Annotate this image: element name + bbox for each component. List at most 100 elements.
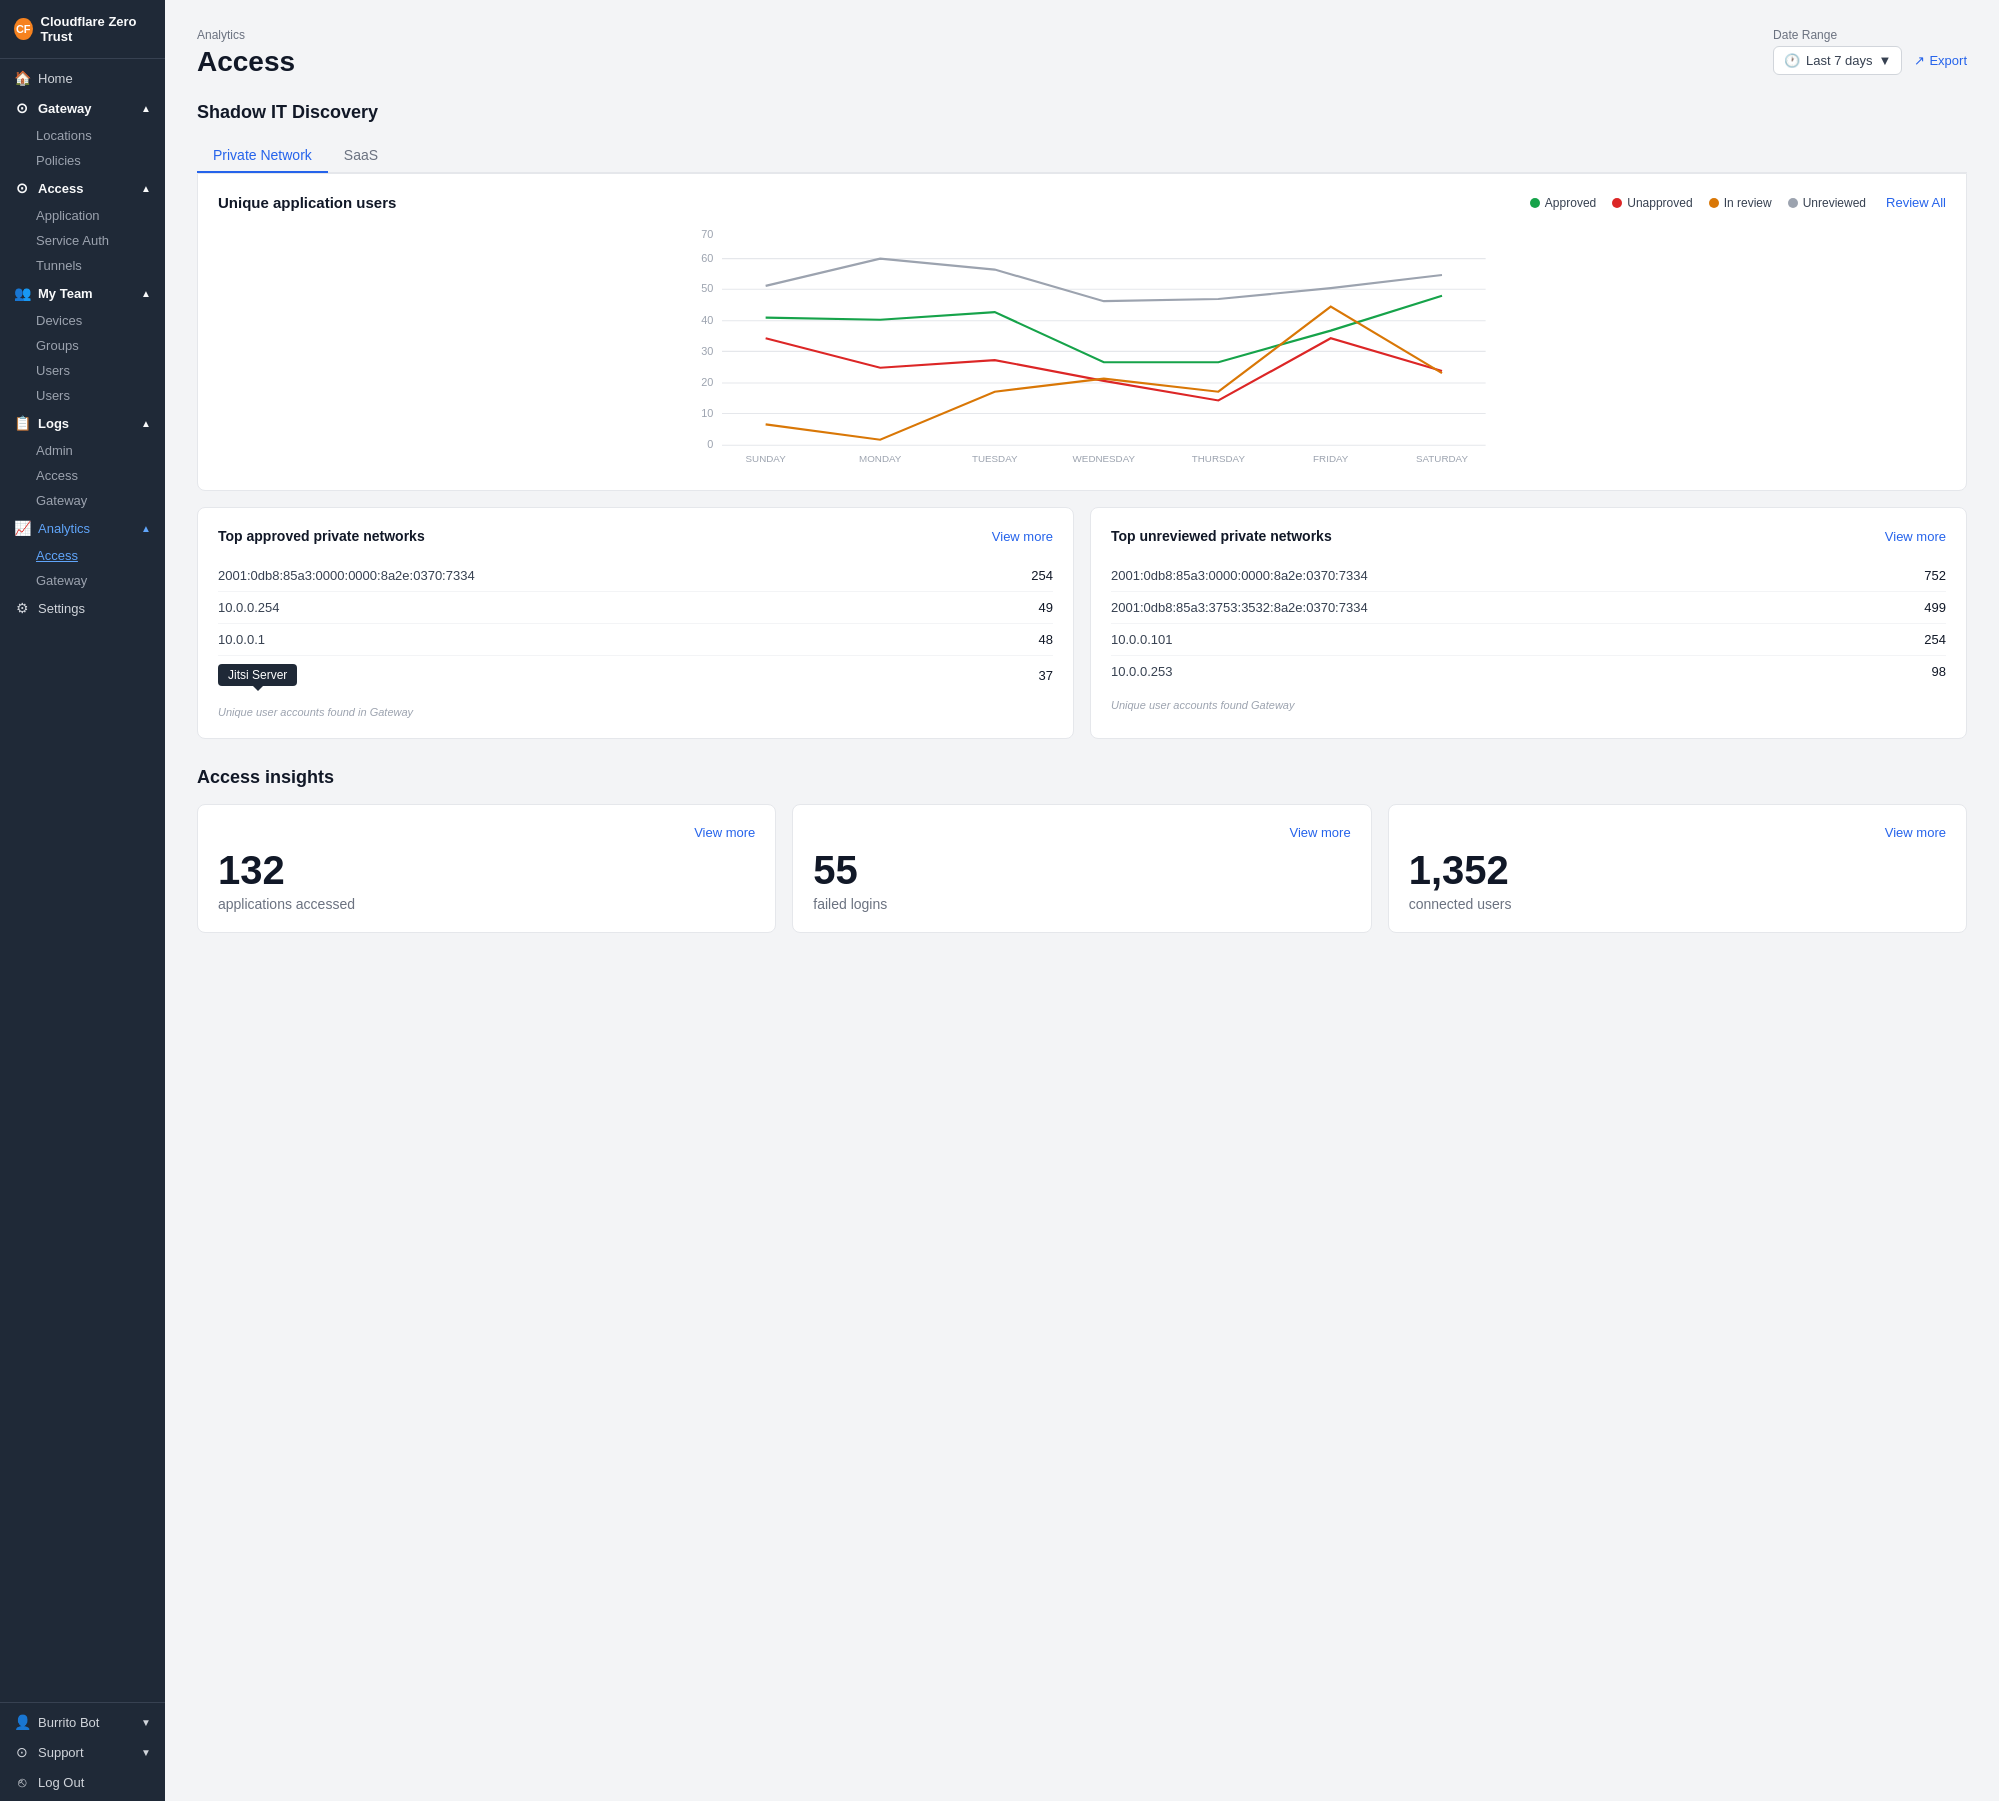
chart-controls: Approved Unapproved In review Unrev [1530,195,1946,210]
sidebar-item-gateway-log[interactable]: Gateway [0,488,165,513]
insight-card-connected-users: View more 1,352 connected users [1388,804,1967,933]
sidebar-item-locations[interactable]: Locations [0,123,165,148]
sidebar-item-analytics[interactable]: 📈 Analytics ▲ [0,513,165,543]
tab-saas[interactable]: SaaS [328,139,394,173]
insight-label-connected-users: connected users [1409,896,1946,912]
top-unreviewed-card: Top unreviewed private networks View mor… [1090,507,1967,739]
logout-icon: ⎋ [14,1774,30,1790]
access-insights-section: Access insights View more 132 applicatio… [197,767,1967,933]
sidebar-item-gateway[interactable]: ⊙ Gateway ▲ [0,93,165,123]
gateway-icon: ⊙ [14,100,30,116]
access-icon: ⊙ [14,180,30,196]
sidebar-item-logout[interactable]: ⎋ Log Out [0,1767,165,1797]
svg-text:SATURDAY: SATURDAY [1416,453,1468,464]
insight-view-more-applications[interactable]: View more [694,825,755,840]
legend-in-review: In review [1709,196,1772,210]
unreviewed-line [766,259,1442,302]
breadcrumb: Analytics [197,28,295,42]
page-header: Analytics Access Date Range 🕐 Last 7 day… [197,28,1967,78]
sidebar-item-tunnels[interactable]: Tunnels [0,253,165,278]
sidebar-item-gateway-analytics[interactable]: Gateway [0,568,165,593]
legend-unreviewed: Unreviewed [1788,196,1866,210]
chevron-up-icon: ▲ [141,523,151,534]
sidebar-item-users1[interactable]: Users [0,358,165,383]
sidebar-item-label: My Team [38,286,93,301]
insight-card-applications: View more 132 applications accessed [197,804,776,933]
shadow-it-title: Shadow IT Discovery [197,102,1967,123]
review-all-button[interactable]: Review All [1886,195,1946,210]
insights-title: Access insights [197,767,1967,788]
approved-row-2: 10.0.0.254 49 [218,592,1053,624]
clock-icon: 🕐 [1784,53,1800,68]
unreviewed-view-more[interactable]: View more [1885,529,1946,544]
sidebar-item-logs[interactable]: 📋 Logs ▲ [0,408,165,438]
sidebar: CF Cloudflare Zero Trust 🏠 Home ⊙ Gatewa… [0,0,165,1801]
sidebar-item-service-auth[interactable]: Service Auth [0,228,165,253]
chevron-down-icon: ▼ [1879,53,1892,68]
svg-text:30: 30 [701,345,713,357]
logo-text: Cloudflare Zero Trust [41,14,152,44]
sidebar-item-burrito-bot[interactable]: 👤 Burrito Bot ▼ [0,1707,165,1737]
insight-card-top: View more [813,825,1350,840]
legend-dot-in-review [1709,198,1719,208]
line-chart-svg: 0 10 20 30 40 50 60 70 SUNDAY MONDAY TUE… [218,227,1946,467]
svg-text:10: 10 [701,407,713,419]
svg-text:TUESDAY: TUESDAY [972,453,1018,464]
shadow-it-section: Shadow IT Discovery Private Network SaaS… [197,102,1967,491]
chart-legend: Approved Unapproved In review Unrev [1530,196,1866,210]
chart-area: 0 10 20 30 40 50 60 70 SUNDAY MONDAY TUE… [218,227,1946,470]
sidebar-item-users2[interactable]: Users [0,383,165,408]
sidebar-item-settings[interactable]: ⚙ Settings [0,593,165,623]
page-title: Access [197,46,295,78]
approved-card-header: Top approved private networks View more [218,528,1053,544]
approved-line [766,296,1442,363]
sidebar-item-admin-log[interactable]: Admin [0,438,165,463]
sidebar-item-label: Logs [38,416,69,431]
insight-label-failed-logins: failed logins [813,896,1350,912]
insight-card-top: View more [1409,825,1946,840]
sidebar-item-my-team[interactable]: 👥 My Team ▲ [0,278,165,308]
sidebar-item-access[interactable]: ⊙ Access ▲ [0,173,165,203]
tab-private-network[interactable]: Private Network [197,139,328,173]
jitsi-tooltip: Jitsi Server [218,664,297,686]
sidebar-item-label: Analytics [38,521,90,536]
user-icon: 👤 [14,1714,30,1730]
insight-view-more-failed-logins[interactable]: View more [1289,825,1350,840]
sidebar-item-label: Gateway [38,101,91,116]
unreviewed-card-title: Top unreviewed private networks [1111,528,1332,544]
insight-card-failed-logins: View more 55 failed logins [792,804,1371,933]
unreviewed-footer: Unique user accounts found Gateway [1111,699,1946,711]
insight-number-applications: 132 [218,848,755,892]
approved-rows: 2001:0db8:85a3:0000:0000:8a2e:0370:7334 … [218,560,1053,694]
svg-text:50: 50 [701,282,713,294]
sidebar-nav: 🏠 Home ⊙ Gateway ▲ Locations Policies ⊙ … [0,59,165,627]
chart-title: Unique application users [218,194,396,211]
sidebar-item-devices[interactable]: Devices [0,308,165,333]
sidebar-item-support[interactable]: ⊙ Support ▼ [0,1737,165,1767]
export-button[interactable]: ↗ Export [1914,53,1967,68]
unreviewed-row-1: 2001:0db8:85a3:0000:0000:8a2e:0370:7334 … [1111,560,1946,592]
team-icon: 👥 [14,285,30,301]
date-range-value: Last 7 days [1806,53,1873,68]
settings-icon: ⚙ [14,600,30,616]
date-range-select[interactable]: 🕐 Last 7 days ▼ [1773,46,1902,75]
sidebar-item-access-log[interactable]: Access [0,463,165,488]
sidebar-item-home[interactable]: 🏠 Home [0,63,165,93]
chart-card: Unique application users Approved Unappr… [197,173,1967,491]
legend-dot-approved [1530,198,1540,208]
sidebar-item-application[interactable]: Application [0,203,165,228]
sidebar-item-groups[interactable]: Groups [0,333,165,358]
unreviewed-row-4: 10.0.0.253 98 [1111,656,1946,687]
insight-view-more-connected-users[interactable]: View more [1885,825,1946,840]
unreviewed-row-3: 10.0.0.101 254 [1111,624,1946,656]
sidebar-item-policies[interactable]: Policies [0,148,165,173]
svg-text:60: 60 [701,252,713,264]
approved-view-more[interactable]: View more [992,529,1053,544]
sidebar-item-label: Log Out [38,1775,84,1790]
export-icon: ↗ [1914,53,1925,68]
approved-card-title: Top approved private networks [218,528,425,544]
sidebar-item-access-analytics[interactable]: Access [0,543,165,568]
logs-icon: 📋 [14,415,30,431]
top-approved-card: Top approved private networks View more … [197,507,1074,739]
chevron-down-icon: ▼ [141,1717,151,1728]
